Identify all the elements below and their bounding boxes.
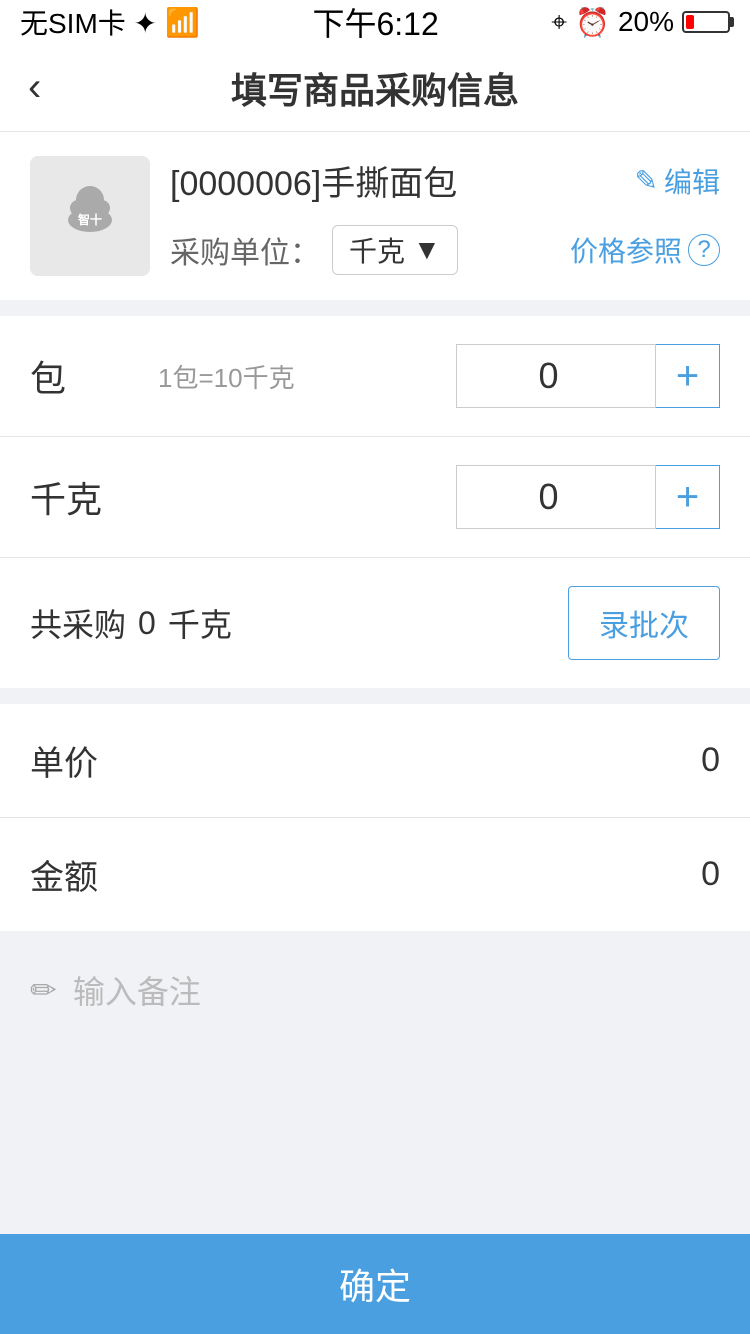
divider-1 bbox=[0, 308, 750, 316]
total-unit: 千克 bbox=[168, 600, 232, 646]
unit-price-value: 0 bbox=[701, 741, 720, 780]
confirm-button-label: 确定 bbox=[339, 1258, 411, 1310]
total-section: 共采购 0 千克 录批次 bbox=[0, 558, 750, 696]
qty-bag-plus-button[interactable]: + bbox=[656, 344, 720, 408]
back-button[interactable]: ‹ bbox=[28, 65, 41, 110]
product-name: [0000006]手撕面包 bbox=[170, 156, 457, 205]
edit-button[interactable]: ✎ 编辑 bbox=[635, 161, 720, 201]
location-icon: ⌖ bbox=[551, 6, 567, 39]
total-label: 共采购 bbox=[30, 600, 126, 646]
amount-value: 0 bbox=[701, 855, 720, 894]
edit-icon: ✎ bbox=[635, 164, 658, 197]
battery-icon bbox=[682, 11, 730, 33]
dropdown-arrow-icon: ▼ bbox=[413, 234, 441, 266]
back-icon: ‹ bbox=[28, 65, 41, 110]
product-card: 智十 [0000006]手撕面包 ✎ 编辑 采购单位： 千克 ▼ bbox=[0, 132, 750, 308]
alarm-icon: ⏰ bbox=[575, 6, 610, 39]
price-section: 单价 0 金额 0 bbox=[0, 704, 750, 939]
amount-row: 金额 0 bbox=[0, 818, 750, 931]
product-unit-row: 采购单位： 千克 ▼ 价格参照 ? bbox=[170, 225, 720, 275]
unit-price-row: 单价 0 bbox=[0, 704, 750, 818]
quantity-row-kg: 千克 + bbox=[0, 437, 750, 558]
status-right: ⌖ ⏰ 20% bbox=[551, 6, 730, 39]
note-icon: ✏ bbox=[30, 971, 57, 1009]
qty-bag-sublabel: 1包=10千克 bbox=[158, 358, 295, 395]
wifi-icon: 📶 bbox=[165, 6, 200, 39]
unit-label: 采购单位： bbox=[170, 228, 320, 272]
confirm-footer[interactable]: 确定 bbox=[0, 1234, 750, 1334]
divider-2 bbox=[0, 696, 750, 704]
sim-status: 无SIM卡 ✦ bbox=[20, 2, 157, 42]
unit-price-label: 单价 bbox=[30, 736, 98, 785]
note-section[interactable]: ✏ 输入备注 bbox=[0, 939, 750, 1041]
product-info: [0000006]手撕面包 ✎ 编辑 采购单位： 千克 ▼ 价格参照 ? bbox=[170, 156, 720, 275]
qty-kg-input[interactable] bbox=[456, 465, 656, 529]
status-bar: 无SIM卡 ✦ 📶 下午6:12 ⌖ ⏰ 20% bbox=[0, 0, 750, 44]
main-content: 智十 [0000006]手撕面包 ✎ 编辑 采购单位： 千克 ▼ bbox=[0, 132, 750, 1141]
unit-value: 千克 bbox=[349, 230, 405, 270]
page-title: 填写商品采购信息 bbox=[231, 62, 519, 114]
qty-bag-label: 包 bbox=[30, 350, 150, 402]
product-header: [0000006]手撕面包 ✎ 编辑 bbox=[170, 156, 720, 205]
product-image: 智十 bbox=[30, 156, 150, 276]
qty-bag-input-wrap: + bbox=[456, 344, 720, 408]
total-value: 0 bbox=[138, 605, 156, 642]
price-ref-label: 价格参照 bbox=[570, 230, 682, 270]
status-time: 下午6:12 bbox=[312, 0, 438, 45]
amount-label: 金额 bbox=[30, 850, 98, 899]
qty-kg-label: 千克 bbox=[30, 471, 150, 523]
qty-bag-input[interactable] bbox=[456, 344, 656, 408]
svg-text:智十: 智十 bbox=[77, 212, 102, 227]
quantity-section: 包 1包=10千克 + 千克 + bbox=[0, 316, 750, 558]
qty-kg-input-wrap: + bbox=[456, 465, 720, 529]
unit-select[interactable]: 千克 ▼ bbox=[332, 225, 458, 275]
record-batch-button[interactable]: 录批次 bbox=[568, 586, 720, 660]
total-row: 共采购 0 千克 录批次 bbox=[0, 558, 750, 688]
battery-percent: 20% bbox=[618, 6, 674, 38]
note-placeholder: 输入备注 bbox=[73, 967, 201, 1013]
nav-bar: ‹ 填写商品采购信息 bbox=[0, 44, 750, 132]
edit-label: 编辑 bbox=[664, 161, 720, 201]
price-ref-help-icon: ? bbox=[688, 234, 720, 266]
status-left: 无SIM卡 ✦ 📶 bbox=[20, 2, 200, 42]
quantity-row-bag: 包 1包=10千克 + bbox=[0, 316, 750, 437]
qty-kg-plus-button[interactable]: + bbox=[656, 465, 720, 529]
price-reference-button[interactable]: 价格参照 ? bbox=[570, 230, 720, 270]
